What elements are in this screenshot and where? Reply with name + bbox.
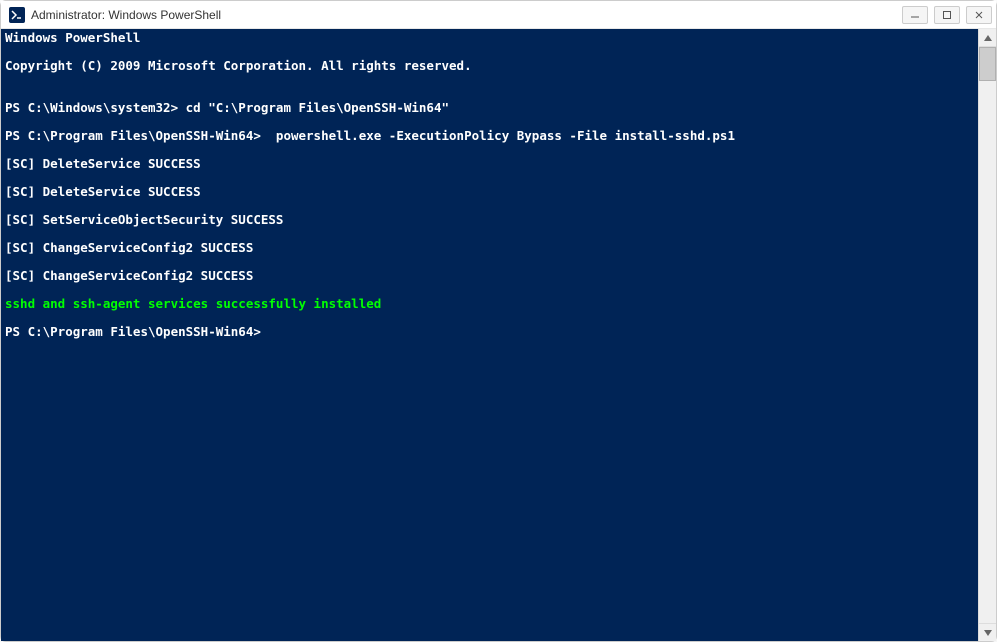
terminal-line: PS C:\Windows\system32> cd "C:\Program F… (5, 101, 974, 115)
minimize-button[interactable] (902, 6, 928, 24)
window-controls (902, 6, 992, 24)
powershell-window: Administrator: Windows PowerShell Window… (0, 0, 997, 642)
window-title: Administrator: Windows PowerShell (31, 8, 902, 22)
terminal-output[interactable]: Windows PowerShell Copyright (C) 2009 Mi… (1, 29, 978, 641)
scroll-down-button[interactable] (979, 623, 996, 641)
terminal-line: PS C:\Program Files\OpenSSH-Win64> (5, 325, 974, 339)
terminal-line: [SC] DeleteService SUCCESS (5, 157, 974, 171)
terminal-line: Windows PowerShell (5, 31, 974, 45)
terminal-line: sshd and ssh-agent services successfully… (5, 297, 974, 311)
close-button[interactable] (966, 6, 992, 24)
scroll-thumb[interactable] (979, 47, 996, 81)
terminal-line: [SC] ChangeServiceConfig2 SUCCESS (5, 269, 974, 283)
terminal-container: Windows PowerShell Copyright (C) 2009 Mi… (1, 29, 996, 641)
titlebar[interactable]: Administrator: Windows PowerShell (1, 1, 996, 29)
terminal-line: [SC] DeleteService SUCCESS (5, 185, 974, 199)
terminal-line: [SC] SetServiceObjectSecurity SUCCESS (5, 213, 974, 227)
terminal-line: [SC] ChangeServiceConfig2 SUCCESS (5, 241, 974, 255)
terminal-line: Copyright (C) 2009 Microsoft Corporation… (5, 59, 974, 73)
scroll-up-button[interactable] (979, 29, 996, 47)
powershell-icon (9, 7, 25, 23)
terminal-line: PS C:\Program Files\OpenSSH-Win64> power… (5, 129, 974, 143)
maximize-button[interactable] (934, 6, 960, 24)
vertical-scrollbar[interactable] (978, 29, 996, 641)
